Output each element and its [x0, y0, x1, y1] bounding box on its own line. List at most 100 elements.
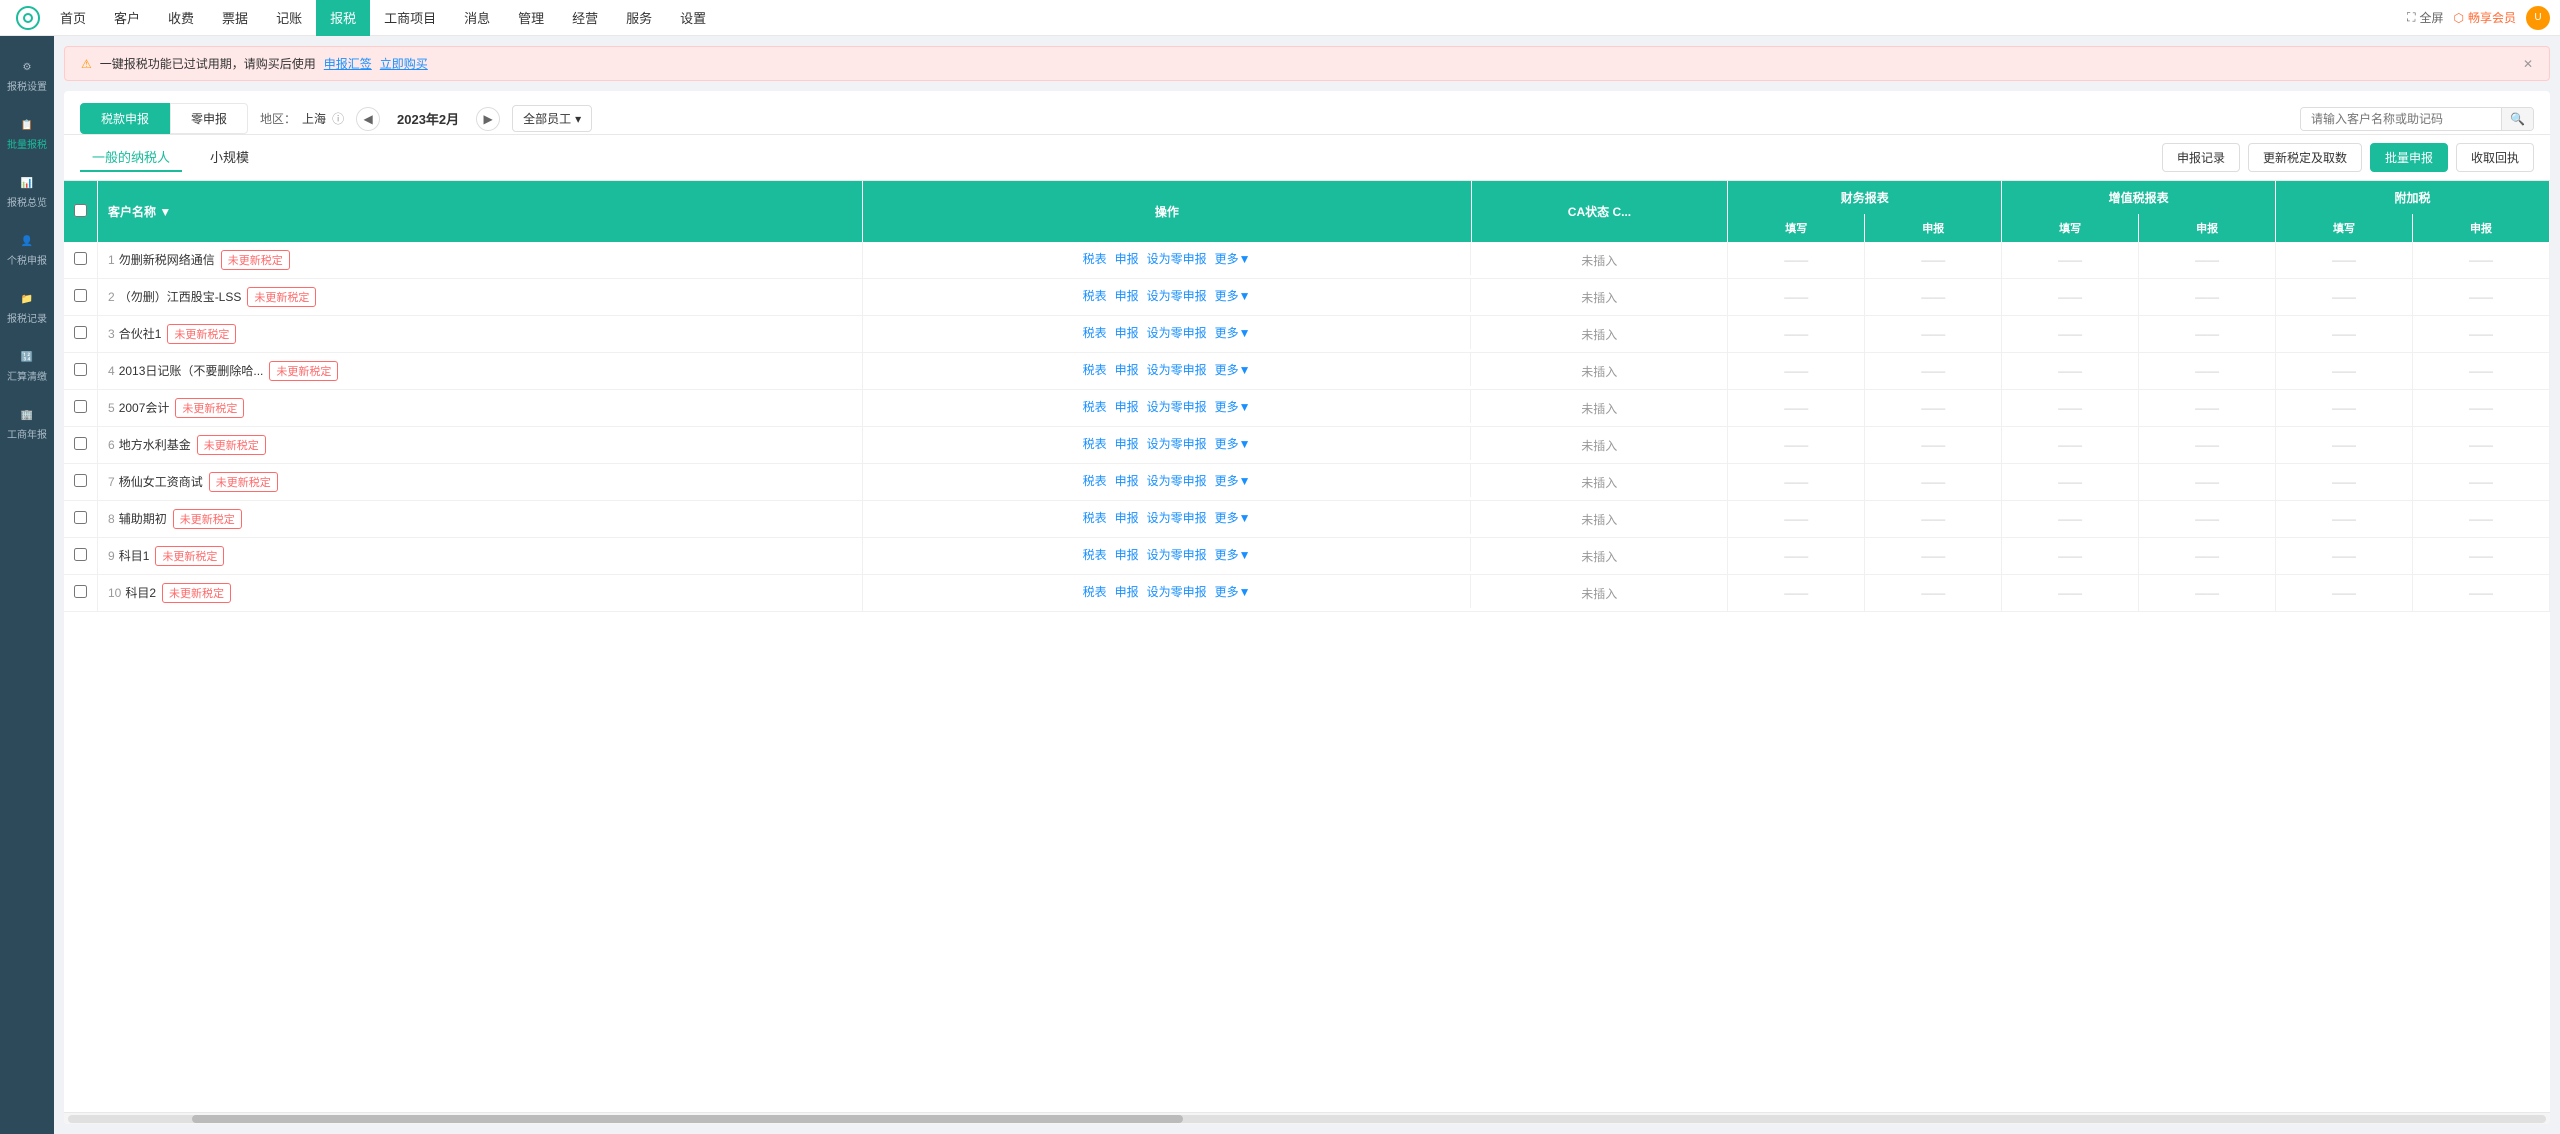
op-link[interactable]: 设为零申报 [1147, 435, 1207, 452]
upgrade-button[interactable]: ⬡ 畅享会员 [2454, 9, 2517, 26]
op-link[interactable]: 设为零申报 [1147, 472, 1207, 489]
op-link[interactable]: 设为零申报 [1147, 583, 1207, 600]
nav-message[interactable]: 消息 [450, 0, 504, 36]
op-link[interactable]: 税表 [1083, 583, 1107, 600]
op-link[interactable]: 设为零申报 [1147, 546, 1207, 563]
op-link[interactable]: 申报 [1115, 398, 1139, 415]
update-tax-button[interactable]: 更新税定及取数 [2248, 143, 2362, 172]
nav-invoice[interactable]: 票据 [208, 0, 262, 36]
row-checkbox[interactable] [74, 289, 87, 302]
op-link[interactable]: 更多▼ [1215, 472, 1251, 489]
op-link[interactable]: 更多▼ [1215, 361, 1251, 378]
tab-tax-declaration[interactable]: 税款申报 [80, 103, 170, 134]
op-link[interactable]: 税表 [1083, 435, 1107, 452]
sidebar-item-calculation[interactable]: 🔢 汇算清缴 [0, 336, 54, 394]
prev-date-button[interactable]: ◀ [356, 107, 380, 131]
row-col-0: —— [1728, 538, 1865, 575]
op-link[interactable]: 更多▼ [1215, 435, 1251, 452]
nav-accounting[interactable]: 记账 [262, 0, 316, 36]
nav-fee[interactable]: 收费 [154, 0, 208, 36]
sidebar-item-tax-overview[interactable]: 📊 报税总览 [0, 162, 54, 220]
op-link[interactable]: 申报 [1115, 324, 1139, 341]
close-icon[interactable]: ✕ [2523, 57, 2533, 71]
op-link[interactable]: 更多▼ [1215, 546, 1251, 563]
info-icon[interactable]: ⓘ [332, 110, 344, 127]
row-checkbox[interactable] [74, 400, 87, 413]
nav-manage[interactable]: 管理 [504, 0, 558, 36]
next-date-button[interactable]: ▶ [476, 107, 500, 131]
collect-receipt-button[interactable]: 收取回执 [2456, 143, 2534, 172]
row-checkbox[interactable] [74, 474, 87, 487]
nav-service[interactable]: 服务 [612, 0, 666, 36]
op-link[interactable]: 更多▼ [1215, 324, 1251, 341]
tab-zero-declaration[interactable]: 零申报 [170, 103, 248, 134]
op-link[interactable]: 设为零申报 [1147, 287, 1207, 304]
row-client-name: 8辅助期初未更新税定 [98, 501, 863, 538]
op-link[interactable]: 税表 [1083, 472, 1107, 489]
declaration-record-button[interactable]: 申报记录 [2162, 143, 2240, 172]
op-link[interactable]: 税表 [1083, 287, 1107, 304]
row-ops-cell: 税表申报设为零申报更多▼ [863, 279, 1471, 312]
nav-customer[interactable]: 客户 [100, 0, 154, 36]
op-link[interactable]: 税表 [1083, 361, 1107, 378]
horizontal-scrollbar[interactable] [64, 1112, 2550, 1124]
op-link[interactable]: 申报 [1115, 250, 1139, 267]
op-link[interactable]: 税表 [1083, 250, 1107, 267]
sidebar-item-tax-settings[interactable]: ⚙ 报税设置 [0, 46, 54, 104]
nav-business[interactable]: 工商项目 [370, 0, 450, 36]
op-link[interactable]: 设为零申报 [1147, 324, 1207, 341]
fullscreen-button[interactable]: ⛶ 全屏 [2407, 9, 2443, 26]
employee-select[interactable]: 全部员工 ▾ [512, 105, 592, 132]
nav-tax[interactable]: 报税 [316, 0, 370, 36]
op-link[interactable]: 更多▼ [1215, 509, 1251, 526]
op-link[interactable]: 申报 [1115, 509, 1139, 526]
tab-general-taxpayer[interactable]: 一般的纳税人 [80, 143, 182, 172]
row-col-2: —— [2002, 538, 2139, 575]
op-link[interactable]: 更多▼ [1215, 583, 1251, 600]
op-link[interactable]: 设为零申报 [1147, 361, 1207, 378]
sidebar-item-tax-records[interactable]: 📁 报税记录 [0, 278, 54, 336]
search-button[interactable]: 🔍 [2501, 108, 2533, 130]
op-link[interactable]: 申报 [1115, 583, 1139, 600]
op-link[interactable]: 更多▼ [1215, 398, 1251, 415]
row-checkbox[interactable] [74, 511, 87, 524]
select-all-checkbox[interactable] [74, 204, 87, 217]
user-avatar[interactable]: U [2526, 6, 2550, 30]
nav-home[interactable]: 首页 [46, 0, 100, 36]
op-link[interactable]: 设为零申报 [1147, 509, 1207, 526]
sidebar-item-batch-tax[interactable]: 📋 批量报税 [0, 104, 54, 162]
nav-settings[interactable]: 设置 [666, 0, 720, 36]
op-link[interactable]: 设为零申报 [1147, 250, 1207, 267]
row-checkbox[interactable] [74, 326, 87, 339]
row-checkbox[interactable] [74, 437, 87, 450]
op-link[interactable]: 税表 [1083, 324, 1107, 341]
op-link[interactable]: 税表 [1083, 509, 1107, 526]
op-link[interactable]: 申报 [1115, 287, 1139, 304]
row-checkbox[interactable] [74, 363, 87, 376]
sidebar-item-personal-tax[interactable]: 👤 个税申报 [0, 220, 54, 278]
op-link[interactable]: 设为零申报 [1147, 398, 1207, 415]
row-col-5: —— [2413, 538, 2550, 575]
op-link[interactable]: 税表 [1083, 398, 1107, 415]
batch-declaration-button[interactable]: 批量申报 [2370, 143, 2448, 172]
scroll-thumb[interactable] [192, 1115, 1183, 1123]
申报汇签-link[interactable]: 申报汇签 [324, 55, 372, 72]
row-col-5: —— [2413, 279, 2550, 316]
op-link[interactable]: 申报 [1115, 361, 1139, 378]
row-checkbox[interactable] [74, 252, 87, 265]
search-input[interactable] [2301, 108, 2501, 130]
nav-operation[interactable]: 经营 [558, 0, 612, 36]
op-link[interactable]: 申报 [1115, 472, 1139, 489]
tab-small-scale[interactable]: 小规模 [198, 143, 261, 172]
sidebar-item-business-report[interactable]: 🏢 工商年报 [0, 394, 54, 452]
立即购买-link[interactable]: 立即购买 [380, 55, 428, 72]
op-link[interactable]: 申报 [1115, 546, 1139, 563]
row-checkbox[interactable] [74, 585, 87, 598]
row-checkbox-cell [64, 353, 98, 390]
row-checkbox[interactable] [74, 548, 87, 561]
op-link[interactable]: 更多▼ [1215, 250, 1251, 267]
op-link[interactable]: 更多▼ [1215, 287, 1251, 304]
op-link[interactable]: 税表 [1083, 546, 1107, 563]
select-all-header[interactable] [64, 181, 98, 242]
op-link[interactable]: 申报 [1115, 435, 1139, 452]
